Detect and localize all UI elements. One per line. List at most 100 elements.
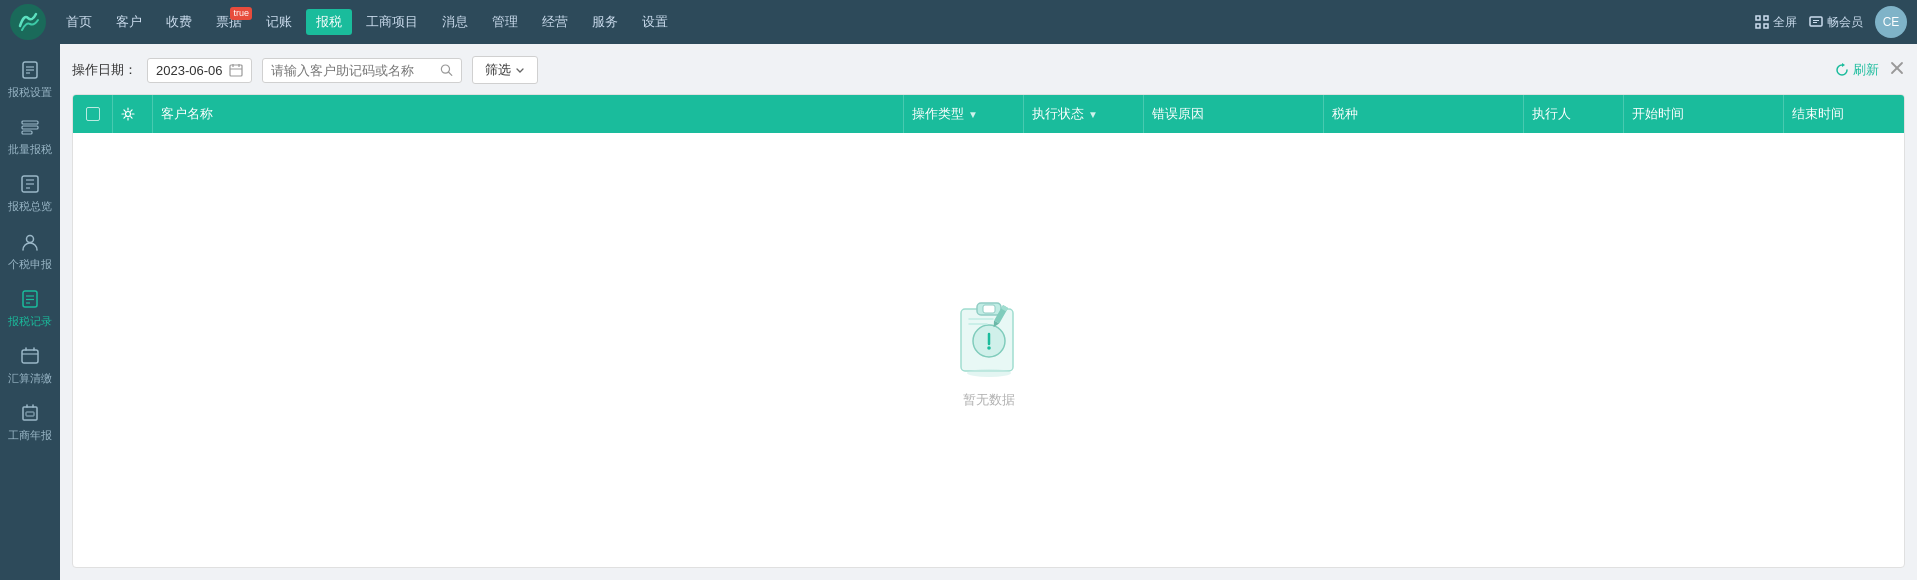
app-logo[interactable]: [10, 4, 46, 40]
batch-tax-icon: [20, 117, 40, 140]
sidebar-item-tax-overview[interactable]: 报税总览: [2, 166, 58, 221]
nav-business[interactable]: 工商项目: [356, 9, 428, 35]
date-label: 操作日期：: [72, 61, 137, 79]
th-exec-status[interactable]: 执行状态 ▼: [1024, 95, 1144, 133]
sidebar-item-personal-tax[interactable]: 个税申报: [2, 224, 58, 279]
refresh-icon: [1835, 63, 1849, 77]
nav-message[interactable]: 消息: [432, 9, 478, 35]
nav-tax[interactable]: 报税: [306, 9, 352, 35]
sidebar-settlement-label: 汇算清缴: [8, 372, 52, 385]
refresh-button[interactable]: 刷新: [1835, 61, 1879, 79]
svg-rect-12: [22, 121, 38, 124]
toolbar: 操作日期： 2023-06-06 筛选: [72, 56, 1905, 84]
empty-illustration: [949, 291, 1029, 381]
svg-rect-2: [1764, 16, 1768, 20]
table-header: 客户名称 操作类型 ▼ 执行状态 ▼ 错误原因 税种 执行人 开始时间 结束时间: [73, 95, 1904, 133]
tax-overview-icon: [20, 174, 40, 197]
date-input[interactable]: 2023-06-06: [147, 58, 252, 83]
svg-point-0: [10, 4, 46, 40]
th-executor: 执行人: [1524, 95, 1624, 133]
date-value: 2023-06-06: [156, 63, 223, 78]
svg-rect-5: [1810, 17, 1822, 26]
nav-bookkeeping[interactable]: 记账: [256, 9, 302, 35]
svg-rect-3: [1756, 24, 1760, 28]
svg-rect-4: [1764, 24, 1768, 28]
new-badge: true: [230, 7, 252, 20]
sidebar-tax-settings-label: 报税设置: [8, 86, 52, 99]
nav-management[interactable]: 管理: [482, 9, 528, 35]
empty-state: 暂无数据: [949, 291, 1029, 409]
sidebar-annual-report-label: 工商年报: [8, 429, 52, 442]
nav-items: 首页 客户 收费 票据 true 记账 报税 工商项目 消息 管理 经营 服务 …: [56, 9, 1755, 35]
th-tax-type: 税种: [1324, 95, 1524, 133]
svg-point-42: [987, 346, 991, 350]
fullscreen-label: 全屏: [1773, 14, 1797, 31]
th-checkbox[interactable]: [73, 95, 113, 133]
th-operation-type[interactable]: 操作类型 ▼: [904, 95, 1024, 133]
close-button[interactable]: [1889, 60, 1905, 80]
avatar[interactable]: CE: [1875, 6, 1907, 38]
search-box[interactable]: [262, 58, 462, 83]
sidebar-tax-record-label: 报税记录: [8, 315, 52, 328]
content-area: 操作日期： 2023-06-06 筛选: [60, 44, 1917, 580]
tax-record-icon: [20, 289, 40, 312]
th-customer: 客户名称: [153, 95, 904, 133]
table-container: 客户名称 操作类型 ▼ 执行状态 ▼ 错误原因 税种 执行人 开始时间 结束时间: [72, 94, 1905, 568]
calendar-icon: [229, 63, 243, 77]
refresh-label: 刷新: [1853, 61, 1879, 79]
svg-rect-1: [1756, 16, 1760, 20]
close-icon: [1889, 60, 1905, 76]
member-label: 畅会员: [1827, 14, 1863, 31]
nav-billing[interactable]: 收费: [156, 9, 202, 35]
search-input[interactable]: [271, 63, 436, 78]
table-body: 暂无数据: [73, 133, 1904, 567]
svg-line-33: [448, 72, 451, 75]
svg-point-48: [967, 369, 1011, 377]
svg-rect-24: [22, 350, 38, 363]
sidebar-item-annual-report[interactable]: 工商年报: [2, 395, 58, 450]
sort-icon: ▼: [968, 109, 978, 120]
sidebar-item-tax-settings[interactable]: 报税设置: [2, 52, 58, 107]
main-layout: 报税设置 批量报税 报税总览: [0, 44, 1917, 580]
search-icon: [440, 63, 453, 77]
sidebar-tax-overview-label: 报税总览: [8, 200, 52, 213]
nav-invoice[interactable]: 票据 true: [206, 9, 252, 35]
fullscreen-btn[interactable]: 全屏: [1755, 14, 1797, 31]
svg-rect-13: [22, 126, 38, 129]
member-btn[interactable]: 畅会员: [1809, 14, 1863, 31]
svg-rect-27: [26, 412, 34, 416]
svg-rect-14: [22, 131, 32, 134]
th-settings[interactable]: [113, 95, 153, 133]
th-end-time: 结束时间: [1784, 95, 1904, 133]
sidebar-item-tax-record[interactable]: 报税记录: [2, 281, 58, 336]
settings-icon: [121, 107, 135, 121]
svg-rect-28: [230, 65, 242, 76]
svg-rect-26: [23, 407, 37, 420]
th-start-time: 开始时间: [1624, 95, 1784, 133]
right-actions: 全屏 畅会员 CE: [1755, 6, 1907, 38]
chevron-down-icon: [515, 65, 525, 75]
sidebar-batch-tax-label: 批量报税: [8, 143, 52, 156]
filter-button[interactable]: 筛选: [472, 56, 538, 84]
svg-rect-39: [983, 305, 995, 313]
th-error-reason: 错误原因: [1144, 95, 1324, 133]
annual-report-icon: [20, 403, 40, 426]
tax-settings-icon: [20, 60, 40, 83]
svg-point-19: [27, 235, 34, 242]
empty-text: 暂无数据: [963, 391, 1015, 409]
nav-operations[interactable]: 经营: [532, 9, 578, 35]
personal-tax-icon: [20, 232, 40, 255]
sidebar-item-batch-tax[interactable]: 批量报税: [2, 109, 58, 164]
top-navigation: 首页 客户 收费 票据 true 记账 报税 工商项目 消息 管理 经营 服务 …: [0, 0, 1917, 44]
settlement-icon: [20, 346, 40, 369]
svg-point-36: [126, 112, 131, 117]
nav-service[interactable]: 服务: [582, 9, 628, 35]
sidebar-item-settlement[interactable]: 汇算清缴: [2, 338, 58, 393]
filter-label: 筛选: [485, 61, 511, 79]
nav-customer[interactable]: 客户: [106, 9, 152, 35]
nav-settings[interactable]: 设置: [632, 9, 678, 35]
nav-home[interactable]: 首页: [56, 9, 102, 35]
sidebar-personal-tax-label: 个税申报: [8, 258, 52, 271]
select-all-checkbox[interactable]: [86, 107, 100, 121]
sort-icon-2: ▼: [1088, 109, 1098, 120]
